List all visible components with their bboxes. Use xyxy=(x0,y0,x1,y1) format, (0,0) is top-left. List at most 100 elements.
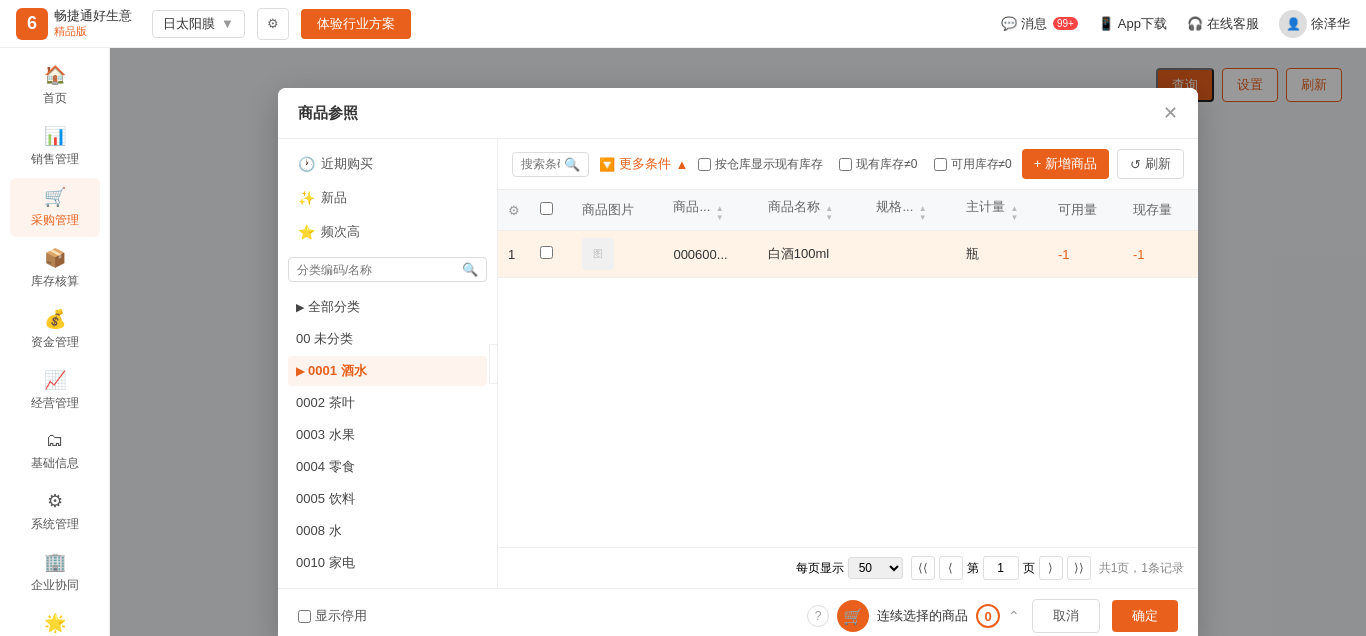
checkbox-by-warehouse[interactable]: 按仓库显示现有库存 xyxy=(698,156,823,173)
sidebar-item-enterprise[interactable]: 🏢 企业协同 xyxy=(10,543,100,602)
frequent-icon: ⭐ xyxy=(298,224,315,240)
category-search-input[interactable] xyxy=(297,263,458,277)
cat-item-0010[interactable]: 0010 家电 xyxy=(288,548,487,578)
sidebar-item-label: 销售管理 xyxy=(31,151,79,168)
online-service-item[interactable]: 🎧 在线客服 xyxy=(1187,15,1259,33)
tab-recent[interactable]: 🕐 近期购买 xyxy=(288,149,487,179)
product-search-box: 🔍 xyxy=(512,152,589,177)
app-download-item[interactable]: 📱 App下载 xyxy=(1098,15,1167,33)
sidebar-item-label: 库存核算 xyxy=(31,273,79,290)
sidebar-item-operations[interactable]: 📈 经营管理 xyxy=(10,361,100,420)
phone-icon: 📱 xyxy=(1098,16,1114,31)
cat-item-0005[interactable]: 0005 饮料 xyxy=(288,484,487,514)
cat-item-00[interactable]: 00 未分类 xyxy=(288,324,487,354)
row-stock: -1 xyxy=(1123,231,1198,278)
product-search-input[interactable] xyxy=(521,157,560,171)
prev-page-button[interactable]: ⟨ xyxy=(939,556,963,580)
first-page-button[interactable]: ⟨⟨ xyxy=(911,556,935,580)
col-spec[interactable]: 规格... ▲▼ xyxy=(866,190,955,231)
new-icon: ✨ xyxy=(298,190,315,206)
product-table: ⚙ 商品图片 商品... ▲▼ 商品名称 ▲▼ xyxy=(498,190,1198,278)
enterprise-icon: 🏢 xyxy=(44,551,66,573)
category-list: ▶ 全部分类 00 未分类 ▶ 0001 酒水 0002 茶叶 xyxy=(288,292,487,578)
sidebar-item-basic[interactable]: 🗂 基础信息 xyxy=(10,422,100,480)
col-image: 商品图片 xyxy=(572,190,663,231)
col-name[interactable]: 商品名称 ▲▼ xyxy=(758,190,867,231)
table-row[interactable]: 1 图 000600... 白酒100ml 瓶 -1 xyxy=(498,231,1198,278)
tab-new[interactable]: ✨ 新品 xyxy=(288,183,487,213)
cart-label: 连续选择的商品 xyxy=(877,607,968,625)
collapse-left-button[interactable]: 《 xyxy=(489,344,498,384)
col-unit[interactable]: 主计量 ▲▼ xyxy=(956,190,1048,231)
left-tabs: 🕐 近期购买 ✨ 新品 ⭐ 频次高 xyxy=(288,149,487,247)
sidebar-item-purchase[interactable]: 🛒 采购管理 xyxy=(10,178,100,237)
next-page-button[interactable]: ⟩ xyxy=(1039,556,1063,580)
modal-close-button[interactable]: ✕ xyxy=(1163,102,1178,124)
cat-item-0001[interactable]: ▶ 0001 酒水 xyxy=(288,356,487,386)
help-icon[interactable]: ? xyxy=(807,605,829,627)
cat-item-0003[interactable]: 0003 水果 xyxy=(288,420,487,450)
headset-icon: 🎧 xyxy=(1187,16,1203,31)
messages-badge: 99+ xyxy=(1053,17,1078,30)
tab-frequent[interactable]: ⭐ 频次高 xyxy=(288,217,487,247)
sidebar-item-label: 采购管理 xyxy=(31,212,79,229)
modal-footer: 显示停用 ? 🛒 连续选择的商品 0 ⌃ 取消 确定 xyxy=(278,588,1198,636)
modal-body: 🕐 近期购买 ✨ 新品 ⭐ 频次高 《 xyxy=(278,139,1198,588)
more-filter-button[interactable]: 🔽 更多条件 ▲ xyxy=(599,155,688,173)
company-dropdown[interactable]: 日太阳膜 ▼ xyxy=(152,10,245,38)
search-icon: 🔍 xyxy=(564,157,580,172)
row-name: 白酒100ml xyxy=(758,231,867,278)
pagination: 每页显示 10 20 50 100 ⟨⟨ ⟨ 第 xyxy=(498,547,1198,588)
sidebar-item-label: 系统管理 xyxy=(31,516,79,533)
logo: 6 畅捷通好生意 精品版 xyxy=(16,8,132,40)
cart-count: 0 xyxy=(976,604,1000,628)
user-item[interactable]: 👤 徐泽华 xyxy=(1279,10,1350,38)
messages-item[interactable]: 💬 消息 99+ xyxy=(1001,15,1078,33)
col-check xyxy=(530,190,572,231)
sidebar-item-label: 首页 xyxy=(43,90,67,107)
sidebar: 🏠 首页 📊 销售管理 🛒 采购管理 📦 库存核算 💰 资金管理 📈 经营管理 … xyxy=(0,48,110,636)
collapse-cart-button[interactable]: ⌃ xyxy=(1008,608,1020,624)
row-code: 000600... xyxy=(663,231,757,278)
cart-area: ? 🛒 连续选择的商品 0 ⌃ xyxy=(807,600,1020,632)
col-gear[interactable]: ⚙ xyxy=(498,190,530,231)
per-page-select[interactable]: 10 20 50 100 xyxy=(848,557,903,579)
row-check[interactable] xyxy=(530,231,572,278)
checkbox-stock-ne0[interactable]: 现有库存≠0 xyxy=(839,156,917,173)
per-page-selector: 每页显示 10 20 50 100 xyxy=(796,557,903,579)
add-product-button[interactable]: + 新增商品 xyxy=(1022,149,1109,179)
sidebar-item-home[interactable]: 🏠 首页 xyxy=(10,56,100,115)
settings-icon[interactable]: ⚙ xyxy=(257,8,289,40)
modal-right-panel: 🔍 🔽 更多条件 ▲ 按仓库显示现有库存 xyxy=(498,139,1198,588)
refresh-table-button[interactable]: ↺ 刷新 xyxy=(1117,149,1184,179)
show-disabled-checkbox[interactable]: 显示停用 xyxy=(298,607,367,625)
page-number-input[interactable] xyxy=(983,556,1019,580)
col-available[interactable]: 可用量 xyxy=(1048,190,1123,231)
home-icon: 🏠 xyxy=(44,64,66,86)
cat-item-all[interactable]: ▶ 全部分类 xyxy=(288,292,487,322)
cart-icon[interactable]: 🛒 xyxy=(837,600,869,632)
col-stock[interactable]: 现存量 xyxy=(1123,190,1198,231)
topbar-right: 💬 消息 99+ 📱 App下载 🎧 在线客服 👤 徐泽华 xyxy=(1001,10,1350,38)
cancel-button[interactable]: 取消 xyxy=(1032,599,1100,633)
cat-item-0008[interactable]: 0008 水 xyxy=(288,516,487,546)
col-code[interactable]: 商品... ▲▼ xyxy=(663,190,757,231)
product-reference-modal: 商品参照 ✕ 🕐 近期购买 ✨ 新品 xyxy=(278,88,1198,636)
cat-item-0004[interactable]: 0004 零食 xyxy=(288,452,487,482)
sidebar-item-guide[interactable]: 🌟 新手引导 xyxy=(10,604,100,636)
trial-button[interactable]: 体验行业方案 xyxy=(301,9,411,39)
avatar: 👤 xyxy=(1279,10,1307,38)
expand-icon: ▶ xyxy=(296,301,304,314)
main-layout: 🏠 首页 📊 销售管理 🛒 采购管理 📦 库存核算 💰 资金管理 📈 经营管理 … xyxy=(0,48,1366,636)
sidebar-item-system[interactable]: ⚙ 系统管理 xyxy=(10,482,100,541)
recent-icon: 🕐 xyxy=(298,156,315,172)
sidebar-item-assets[interactable]: 💰 资金管理 xyxy=(10,300,100,359)
row-image: 图 xyxy=(572,231,663,278)
sidebar-item-sales[interactable]: 📊 销售管理 xyxy=(10,117,100,176)
cat-item-0002[interactable]: 0002 茶叶 xyxy=(288,388,487,418)
sidebar-item-inventory[interactable]: 📦 库存核算 xyxy=(10,239,100,298)
confirm-button[interactable]: 确定 xyxy=(1112,600,1178,632)
last-page-button[interactable]: ⟩⟩ xyxy=(1067,556,1091,580)
select-all-checkbox[interactable] xyxy=(540,202,553,215)
checkbox-avail-ne0[interactable]: 可用库存≠0 xyxy=(934,156,1012,173)
